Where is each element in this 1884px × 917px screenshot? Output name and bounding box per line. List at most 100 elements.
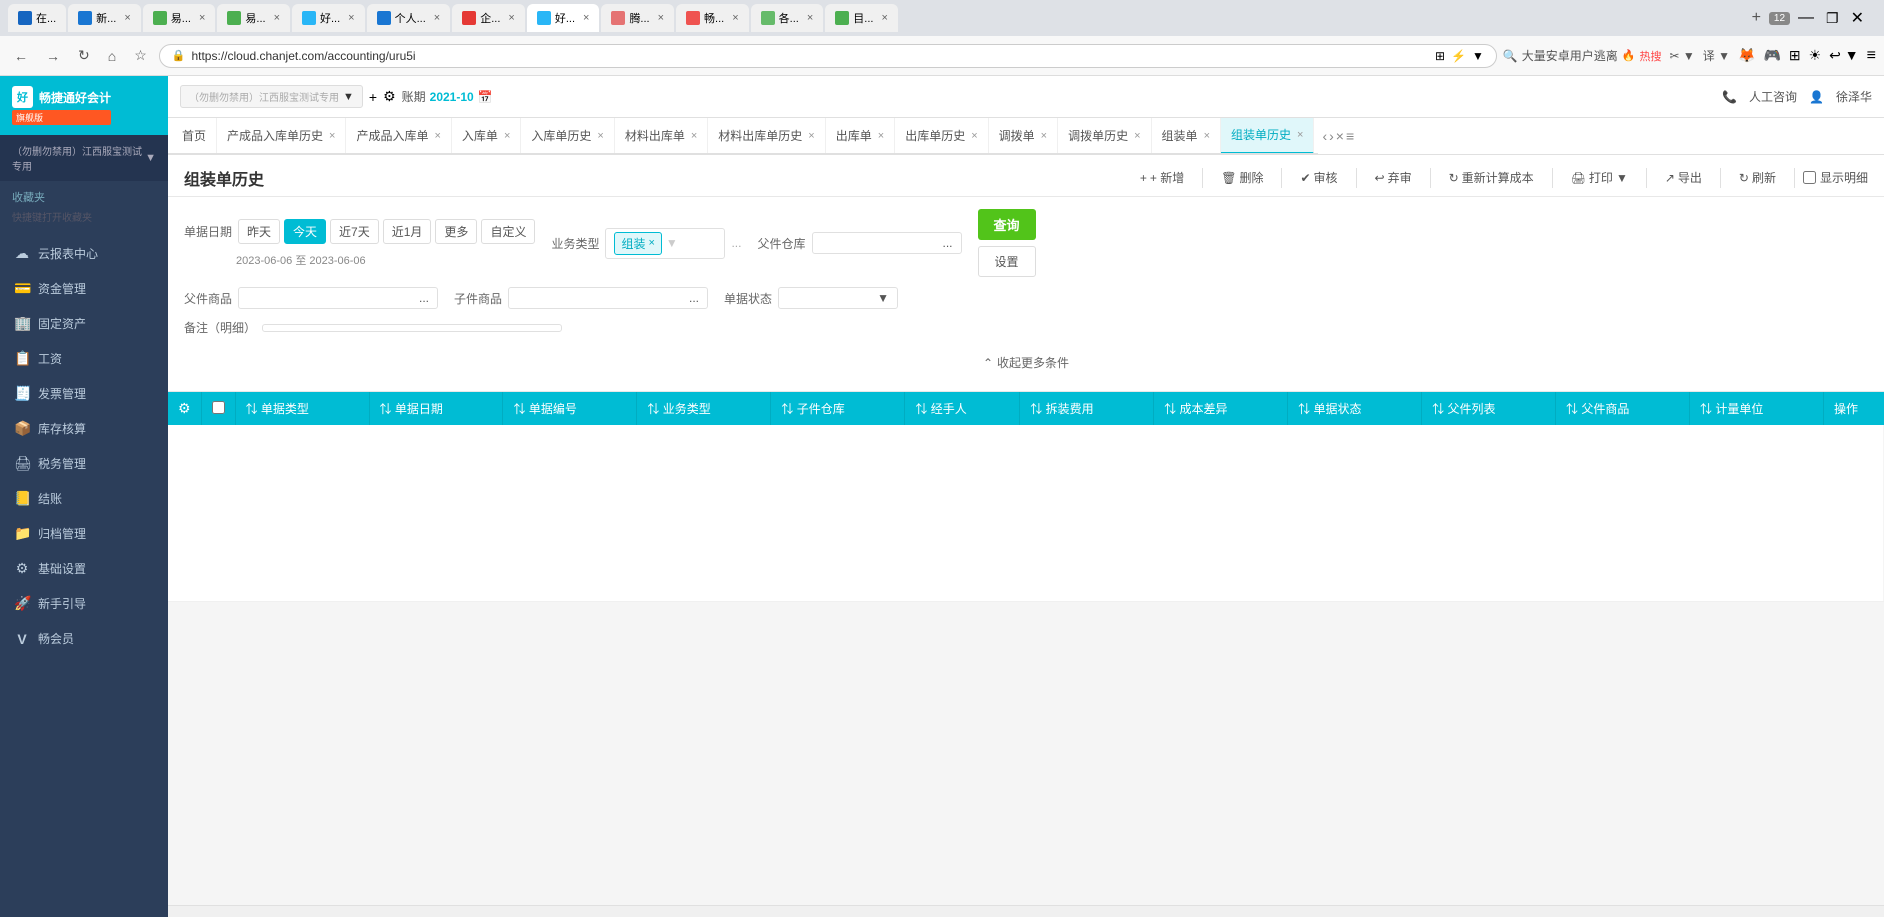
product-inbound-close[interactable]: × <box>434 130 440 142</box>
date-btn-yesterday[interactable]: 昨天 <box>238 219 280 244</box>
forward-button[interactable]: → <box>40 44 66 68</box>
browser-tab-4[interactable]: 易... × <box>217 4 290 32</box>
tab-close-7[interactable]: × <box>508 12 514 24</box>
nav-tab-outbound-history[interactable]: 出库单历史 × <box>895 118 988 154</box>
th-bill-status[interactable]: ⇅ 单据状态 <box>1288 392 1422 425</box>
sidebar-item-cloud-report[interactable]: ☁ 云报表中心 <box>0 236 168 271</box>
tab-close-9[interactable]: × <box>658 12 664 24</box>
parent-goods-more[interactable]: ... <box>419 291 429 305</box>
th-cost-diff[interactable]: ⇅ 成本差异 <box>1154 392 1288 425</box>
column-settings-icon[interactable]: ⚙ <box>178 400 191 416</box>
parent-goods-input[interactable]: ... <box>238 287 438 309</box>
window-min-btn[interactable]: — <box>1794 9 1818 27</box>
tab-close-12[interactable]: × <box>881 12 887 24</box>
browser-tab-6[interactable]: 个人... × <box>367 4 451 32</box>
browser-tab-11[interactable]: 各... × <box>751 4 824 32</box>
th-type[interactable]: ⇅ 单据类型 <box>235 392 369 425</box>
parent-warehouse-more[interactable]: ... <box>942 236 952 250</box>
th-checkbox[interactable] <box>201 392 235 425</box>
nav-tab-transfer-history[interactable]: 调拨单历史 × <box>1058 118 1151 154</box>
select-all-checkbox[interactable] <box>212 401 225 414</box>
set-button[interactable]: 设置 <box>978 246 1036 277</box>
date-btn-more[interactable]: 更多 <box>435 219 477 244</box>
nav-tab-transfer[interactable]: 调拨单 × <box>989 118 1058 154</box>
tab-close-10[interactable]: × <box>732 12 738 24</box>
query-button[interactable]: 查询 <box>978 209 1036 240</box>
biz-type-tag-remove[interactable]: × <box>648 237 654 249</box>
tab-close-2[interactable]: × <box>124 12 130 24</box>
tab-close-8[interactable]: × <box>583 12 589 24</box>
tab-close-5[interactable]: × <box>348 12 354 24</box>
calendar-icon[interactable]: 📅 <box>478 90 493 104</box>
sidebar-item-member[interactable]: V 畅会员 <box>0 621 168 656</box>
window-close-btn[interactable]: ✕ <box>1847 8 1868 28</box>
sidebar-item-settings[interactable]: ⚙ 基础设置 <box>0 551 168 586</box>
sidebar-org[interactable]: （勿删勿禁用）江西服宝测试专用 ▼ <box>0 135 168 181</box>
th-settings[interactable]: ⚙ <box>168 392 201 425</box>
company-selector[interactable]: （勿删勿禁用）江西服宝测试专用 ▼ <box>180 85 363 108</box>
browser-tab-9[interactable]: 腾... × <box>601 4 674 32</box>
back-button[interactable]: ← <box>8 44 34 68</box>
outbound-history-close[interactable]: × <box>971 130 977 142</box>
refresh-button[interactable]: ↻ 刷新 <box>1729 165 1786 190</box>
home-button[interactable]: ⌂ <box>102 44 122 68</box>
add-company-button[interactable]: + <box>369 89 377 105</box>
tab-close-3[interactable]: × <box>199 12 205 24</box>
browser-tab-1[interactable]: 在... <box>8 4 66 32</box>
sidebar-item-inventory[interactable]: 📦 库存核算 <box>0 411 168 446</box>
th-handler[interactable]: ⇅ 经手人 <box>905 392 1020 425</box>
parent-warehouse-input[interactable]: ... <box>812 232 962 254</box>
nav-tab-material-outbound[interactable]: 材料出库单 × <box>615 118 708 154</box>
transfer-history-close[interactable]: × <box>1134 130 1140 142</box>
grid-icon[interactable]: ⊞ <box>1435 49 1445 63</box>
nav-tab-product-inbound-history[interactable]: 产成品入库单历史 × <box>217 118 346 154</box>
show-detail-toggle[interactable]: 显示明细 <box>1803 169 1868 186</box>
assembly-close[interactable]: × <box>1204 130 1210 142</box>
tab-close-6[interactable]: × <box>434 12 440 24</box>
tab-close-11[interactable]: × <box>807 12 813 24</box>
sidebar-item-close[interactable]: 📒 结账 <box>0 481 168 516</box>
window-max-btn[interactable]: ❐ <box>1822 10 1843 27</box>
export-button[interactable]: ↗ 导出 <box>1655 165 1712 190</box>
date-btn-custom[interactable]: 自定义 <box>481 219 535 244</box>
material-outbound-history-close[interactable]: × <box>808 130 814 142</box>
browser-tab-10[interactable]: 畅... × <box>676 4 749 32</box>
tab-nav-close-all[interactable]: × <box>1336 128 1344 144</box>
tab-nav-right[interactable]: › <box>1329 128 1334 144</box>
browser-tab-12[interactable]: 目... × <box>825 4 898 32</box>
material-outbound-close[interactable]: × <box>691 130 697 142</box>
sub-goods-more[interactable]: ... <box>689 291 699 305</box>
address-bar[interactable]: 🔒 https://cloud.chanjet.com/accounting/u… <box>159 44 1497 68</box>
nav-tab-product-inbound[interactable]: 产成品入库单 × <box>346 118 451 154</box>
date-btn-7days[interactable]: 近7天 <box>330 219 379 244</box>
th-disassemble-fee[interactable]: ⇅ 拆装费用 <box>1020 392 1154 425</box>
nav-tab-assembly-history[interactable]: 组装单历史 × <box>1221 118 1314 154</box>
settings-gear-button[interactable]: ⚙ <box>383 88 396 105</box>
recalculate-button[interactable]: ↻ 重新计算成本 <box>1439 165 1544 190</box>
nav-tab-inbound-history[interactable]: 入库单历史 × <box>521 118 614 154</box>
collapse-button[interactable]: ⌃ 收起更多条件 <box>184 350 1868 375</box>
print-button[interactable]: 🖨 打印 ▼ <box>1561 165 1638 190</box>
browser-tab-7[interactable]: 企... × <box>452 4 525 32</box>
nav-tab-assembly[interactable]: 组装单 × <box>1152 118 1221 154</box>
th-sub-warehouse[interactable]: ⇅ 子件仓库 <box>771 392 905 425</box>
inbound-history-close[interactable]: × <box>597 130 603 142</box>
sidebar-item-tax[interactable]: 🖨 税务管理 <box>0 446 168 481</box>
sidebar-item-fund[interactable]: 💳 资金管理 <box>0 271 168 306</box>
nav-tab-material-outbound-history[interactable]: 材料出库单历史 × <box>708 118 825 154</box>
bookmark-button[interactable]: ☆ <box>128 43 153 68</box>
th-unit[interactable]: ⇅ 计量单位 <box>1689 392 1823 425</box>
browser-tab-8[interactable]: 好... × <box>527 4 600 32</box>
product-inbound-history-close[interactable]: × <box>329 130 335 142</box>
transfer-close[interactable]: × <box>1041 130 1047 142</box>
new-tab-button[interactable]: + <box>1748 9 1765 27</box>
sidebar-item-invoice[interactable]: 🧾 发票管理 <box>0 376 168 411</box>
sidebar-item-salary[interactable]: 📋 工资 <box>0 341 168 376</box>
browser-tab-5[interactable]: 好... × <box>292 4 365 32</box>
tab-nav-left[interactable]: ‹ <box>1322 128 1327 144</box>
th-number[interactable]: ⇅ 单据编号 <box>503 392 637 425</box>
remarks-input[interactable] <box>262 324 562 332</box>
assembly-history-close[interactable]: × <box>1297 129 1303 141</box>
bill-status-select[interactable]: ▼ <box>778 287 898 309</box>
tab-close-4[interactable]: × <box>274 12 280 24</box>
